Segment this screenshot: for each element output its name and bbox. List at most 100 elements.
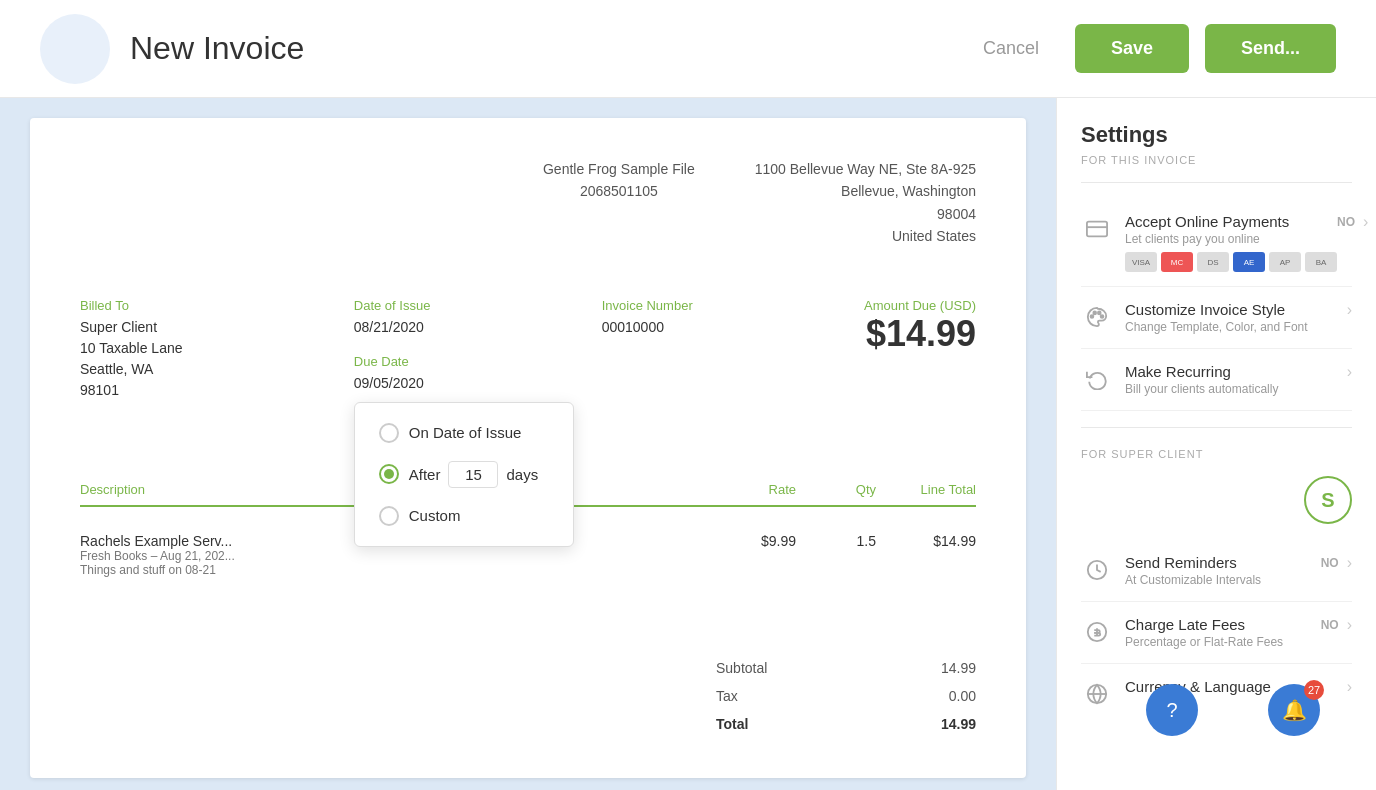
invoice-card: Gentle Frog Sample File 2068501105 1100 … <box>30 118 1026 778</box>
radio-on-date[interactable] <box>379 423 399 443</box>
address-line3: 98004 <box>755 203 976 225</box>
invoice-header: Gentle Frog Sample File 2068501105 1100 … <box>80 158 976 248</box>
invoice-number-label: Invoice Number <box>602 298 693 313</box>
company-phone: 2068501105 <box>543 180 695 202</box>
col-total-header: Line Total <box>876 482 976 497</box>
client-zip: 98101 <box>80 380 183 401</box>
help-button[interactable]: ? <box>1146 684 1198 736</box>
date-of-issue-group: Date of Issue 08/21/2020 Due Date 09/05/… <box>354 298 431 402</box>
send-reminders-title: Send Reminders <box>1125 554 1321 571</box>
charge-late-fees-content: Charge Late Fees Percentage or Flat-Rate… <box>1125 616 1321 649</box>
sidebar-divider-2 <box>1081 427 1352 428</box>
due-date-dropdown[interactable]: On Date of Issue After days <box>354 402 574 547</box>
sidebar-item-charge-late-fees[interactable]: Charge Late Fees Percentage or Flat-Rate… <box>1081 602 1352 664</box>
amex-icon: AE <box>1233 252 1265 272</box>
totals-section: Subtotal 14.99 Tax 0.00 Total 14.99 <box>716 654 976 738</box>
discover-icon: DS <box>1197 252 1229 272</box>
sidebar-item-send-reminders[interactable]: Send Reminders At Customizable Intervals… <box>1081 540 1352 602</box>
item-detail2: Things and stuff on 08-21 <box>80 563 696 577</box>
notification-count: 27 <box>1304 680 1324 700</box>
subtotal-row: Subtotal 14.99 <box>716 654 976 682</box>
tax-row: Tax 0.00 <box>716 682 976 710</box>
save-button[interactable]: Save <box>1075 24 1189 73</box>
chevron-right-icon-2: › <box>1347 301 1352 319</box>
bank-icon: BA <box>1305 252 1337 272</box>
send-reminders-content: Send Reminders At Customizable Intervals <box>1125 554 1321 587</box>
make-recurring-content: Make Recurring Bill your clients automat… <box>1125 363 1347 396</box>
radio-custom[interactable] <box>379 506 399 526</box>
accept-payments-badge: NO <box>1337 215 1355 229</box>
notification-button[interactable]: 🔔 27 <box>1268 684 1320 736</box>
client-city-state: Seattle, WA <box>80 359 183 380</box>
payment-icons: VISA MC DS AE AP BA <box>1125 252 1337 272</box>
svg-point-5 <box>1101 315 1104 318</box>
amount-due-value: $14.99 <box>864 313 976 355</box>
accept-payments-title: Accept Online Payments <box>1125 213 1337 230</box>
cancel-button[interactable]: Cancel <box>963 28 1059 69</box>
col-qty-header: Qty <box>796 482 876 497</box>
send-reminders-right: NO › <box>1321 554 1352 572</box>
item-qty: 1.5 <box>796 533 876 577</box>
send-reminders-badge: NO <box>1321 556 1339 570</box>
mc-icon: MC <box>1161 252 1193 272</box>
subtotal-label: Subtotal <box>716 660 767 676</box>
option-custom[interactable]: Custom <box>379 506 549 526</box>
option-on-date[interactable]: On Date of Issue <box>379 423 549 443</box>
option-after[interactable]: After days <box>379 461 549 488</box>
invoice-number-group: Invoice Number 00010000 <box>602 298 693 338</box>
make-recurring-title: Make Recurring <box>1125 363 1347 380</box>
address-info: 1100 Bellevue Way NE, Ste 8A-925 Bellevu… <box>755 158 976 248</box>
sidebar-item-make-recurring[interactable]: Make Recurring Bill your clients automat… <box>1081 349 1352 411</box>
address-line4: United States <box>755 225 976 247</box>
invoice-number-value: 00010000 <box>602 317 693 338</box>
tax-value: 0.00 <box>949 688 976 704</box>
make-recurring-right: › <box>1347 363 1352 381</box>
charge-late-fees-desc: Percentage or Flat-Rate Fees <box>1125 635 1321 649</box>
client-address1: 10 Taxable Lane <box>80 338 183 359</box>
svg-point-3 <box>1093 312 1096 315</box>
sidebar-item-accept-payments[interactable]: Accept Online Payments Let clients pay y… <box>1081 199 1352 287</box>
due-date-value[interactable]: 09/05/2020 <box>354 373 431 394</box>
company-name: Gentle Frog Sample File <box>543 158 695 180</box>
make-recurring-desc: Bill your clients automatically <box>1125 382 1347 396</box>
total-label: Total <box>716 716 748 732</box>
apple-pay-icon: AP <box>1269 252 1301 272</box>
item-total: $14.99 <box>876 533 976 577</box>
for-this-invoice-label: FOR THIS INVOICE <box>1081 154 1352 166</box>
charge-late-fees-title: Charge Late Fees <box>1125 616 1321 633</box>
days-input[interactable] <box>448 461 498 488</box>
date-issue-value: 08/21/2020 <box>354 317 431 338</box>
tax-label: Tax <box>716 688 738 704</box>
radio-after[interactable] <box>379 464 399 484</box>
visa-icon: VISA <box>1125 252 1157 272</box>
subtotal-value: 14.99 <box>941 660 976 676</box>
date-issue-label: Date of Issue <box>354 298 431 313</box>
send-reminders-desc: At Customizable Intervals <box>1125 573 1321 587</box>
address-line2: Bellevue, Washington <box>755 180 976 202</box>
notification-icon: 🔔 <box>1282 698 1307 722</box>
settings-sidebar: Settings FOR THIS INVOICE Accept Online … <box>1056 98 1376 790</box>
item-detail1: Fresh Books – Aug 21, 202... <box>80 549 696 563</box>
invoice-fields: Billed To Super Client 10 Taxable Lane S… <box>80 298 976 402</box>
sidebar-divider-1 <box>1081 182 1352 183</box>
for-super-client-label: FOR SUPER CLIENT <box>1081 448 1352 460</box>
option-custom-label: Custom <box>409 507 461 524</box>
chevron-right-icon-6: › <box>1347 678 1352 696</box>
svg-point-4 <box>1098 312 1101 315</box>
chevron-right-icon: › <box>1363 213 1368 231</box>
client-avatar: S <box>1304 476 1352 524</box>
header-actions: Cancel Save Send... <box>963 24 1336 73</box>
palette-icon <box>1081 301 1113 333</box>
sidebar-item-customize-style[interactable]: Customize Invoice Style Change Template,… <box>1081 287 1352 349</box>
invoice-area: Gentle Frog Sample File 2068501105 1100 … <box>0 98 1056 790</box>
charge-late-fees-right: NO › <box>1321 616 1352 634</box>
col-rate-header: Rate <box>696 482 796 497</box>
charge-late-fees-badge: NO <box>1321 618 1339 632</box>
svg-rect-0 <box>1087 222 1107 237</box>
days-label: days <box>506 466 538 483</box>
globe-icon <box>1081 678 1113 710</box>
option-on-date-label: On Date of Issue <box>409 424 522 441</box>
billed-to-label: Billed To <box>80 298 183 313</box>
billed-to-group: Billed To Super Client 10 Taxable Lane S… <box>80 298 183 401</box>
send-button[interactable]: Send... <box>1205 24 1336 73</box>
